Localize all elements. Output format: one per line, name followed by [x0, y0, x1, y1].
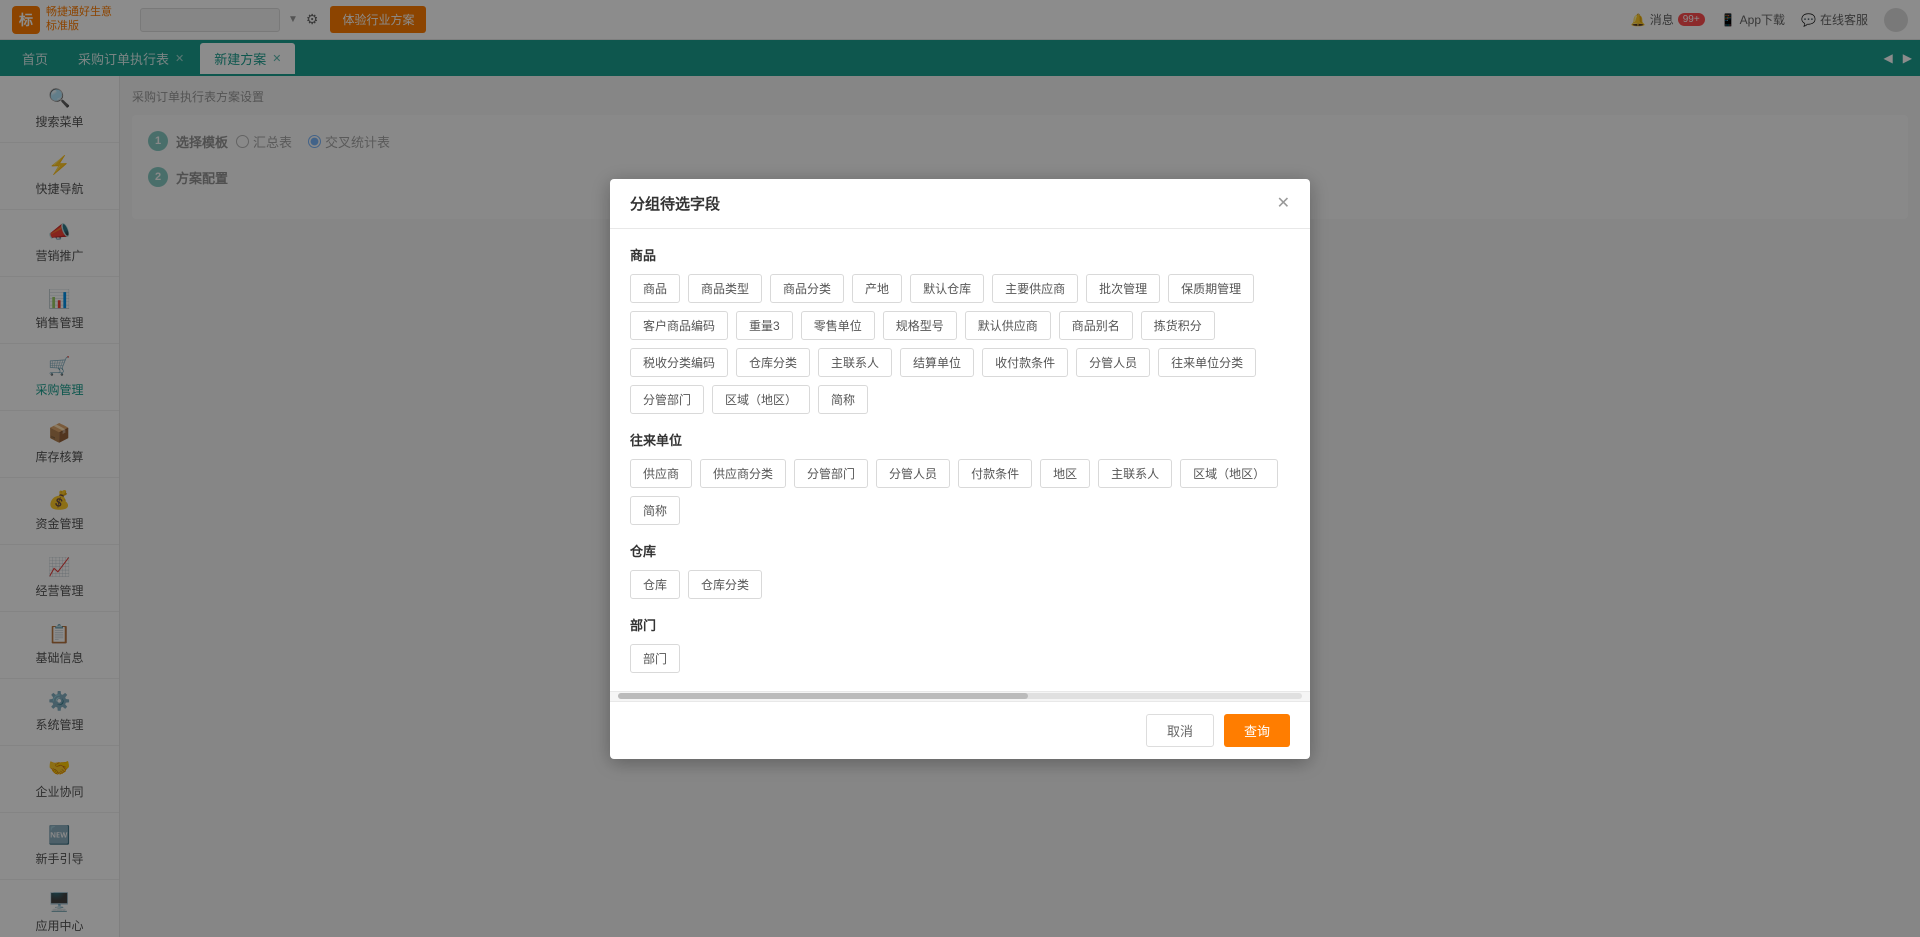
field-tag[interactable]: 商品分类	[770, 274, 844, 303]
section-department-title: 部门	[630, 615, 1290, 634]
warehouse-fields: 仓库 仓库分类	[630, 570, 1290, 599]
modal-title: 分组待选字段	[630, 193, 720, 214]
field-tag[interactable]: 分管人员	[876, 459, 950, 488]
field-tag[interactable]: 分管人员	[1076, 348, 1150, 377]
field-tag[interactable]: 仓库分类	[688, 570, 762, 599]
field-tag[interactable]: 收付款条件	[982, 348, 1068, 377]
field-tag[interactable]: 供应商	[630, 459, 692, 488]
modal-field-select: 分组待选字段 ✕ 商品 商品 商品类型 商品分类 产地 默认仓库 主要供应商 批…	[610, 179, 1310, 759]
field-tag[interactable]: 结算单位	[900, 348, 974, 377]
modal-close-button[interactable]: ✕	[1277, 193, 1290, 213]
section-partner: 往来单位 供应商 供应商分类 分管部门 分管人员 付款条件 地区 主联系人 区域…	[630, 430, 1290, 525]
field-tag[interactable]: 客户商品编码	[630, 311, 728, 340]
field-tag[interactable]: 商品别名	[1059, 311, 1133, 340]
section-warehouse-title: 仓库	[630, 541, 1290, 560]
field-tag[interactable]: 批次管理	[1086, 274, 1160, 303]
field-tag[interactable]: 区域（地区）	[712, 385, 810, 414]
hscroll-track	[618, 693, 1302, 699]
field-tag[interactable]: 分管部门	[794, 459, 868, 488]
field-tag[interactable]: 规格型号	[883, 311, 957, 340]
field-tag[interactable]: 主联系人	[1098, 459, 1172, 488]
field-tag[interactable]: 仓库	[630, 570, 680, 599]
partner-fields: 供应商 供应商分类 分管部门 分管人员 付款条件 地区 主联系人 区域（地区） …	[630, 459, 1290, 525]
field-tag[interactable]: 简称	[818, 385, 868, 414]
field-tag[interactable]: 拣货积分	[1141, 311, 1215, 340]
modal-horizontal-scrollbar[interactable]	[610, 691, 1310, 701]
field-tag[interactable]: 保质期管理	[1168, 274, 1254, 303]
field-tag[interactable]: 仓库分类	[736, 348, 810, 377]
hscroll-thumb	[618, 693, 1028, 699]
section-goods: 商品 商品 商品类型 商品分类 产地 默认仓库 主要供应商 批次管理 保质期管理…	[630, 245, 1290, 414]
field-tag[interactable]: 默认仓库	[910, 274, 984, 303]
field-tag[interactable]: 简称	[630, 496, 680, 525]
section-partner-title: 往来单位	[630, 430, 1290, 449]
field-tag[interactable]: 产地	[852, 274, 902, 303]
modal-overlay: 分组待选字段 ✕ 商品 商品 商品类型 商品分类 产地 默认仓库 主要供应商 批…	[0, 0, 1920, 937]
field-tag[interactable]: 主联系人	[818, 348, 892, 377]
modal-header: 分组待选字段 ✕	[610, 179, 1310, 229]
field-tag[interactable]: 部门	[630, 644, 680, 673]
field-tag[interactable]: 主要供应商	[992, 274, 1078, 303]
field-tag[interactable]: 税收分类编码	[630, 348, 728, 377]
field-tag[interactable]: 往来单位分类	[1158, 348, 1256, 377]
goods-fields: 商品 商品类型 商品分类 产地 默认仓库 主要供应商 批次管理 保质期管理 客户…	[630, 274, 1290, 414]
field-tag[interactable]: 零售单位	[801, 311, 875, 340]
modal-footer: 取消 查询	[610, 701, 1310, 759]
section-warehouse: 仓库 仓库 仓库分类	[630, 541, 1290, 599]
field-tag[interactable]: 供应商分类	[700, 459, 786, 488]
field-tag[interactable]: 默认供应商	[965, 311, 1051, 340]
department-fields: 部门	[630, 644, 1290, 673]
confirm-button[interactable]: 查询	[1224, 714, 1290, 747]
field-tag[interactable]: 地区	[1040, 459, 1090, 488]
field-tag[interactable]: 付款条件	[958, 459, 1032, 488]
section-department: 部门 部门	[630, 615, 1290, 673]
field-tag[interactable]: 商品	[630, 274, 680, 303]
field-tag[interactable]: 区域（地区）	[1180, 459, 1278, 488]
field-tag[interactable]: 分管部门	[630, 385, 704, 414]
cancel-button[interactable]: 取消	[1146, 714, 1214, 747]
modal-body: 商品 商品 商品类型 商品分类 产地 默认仓库 主要供应商 批次管理 保质期管理…	[610, 229, 1310, 691]
section-goods-title: 商品	[630, 245, 1290, 264]
field-tag[interactable]: 商品类型	[688, 274, 762, 303]
field-tag[interactable]: 重量3	[736, 311, 793, 340]
